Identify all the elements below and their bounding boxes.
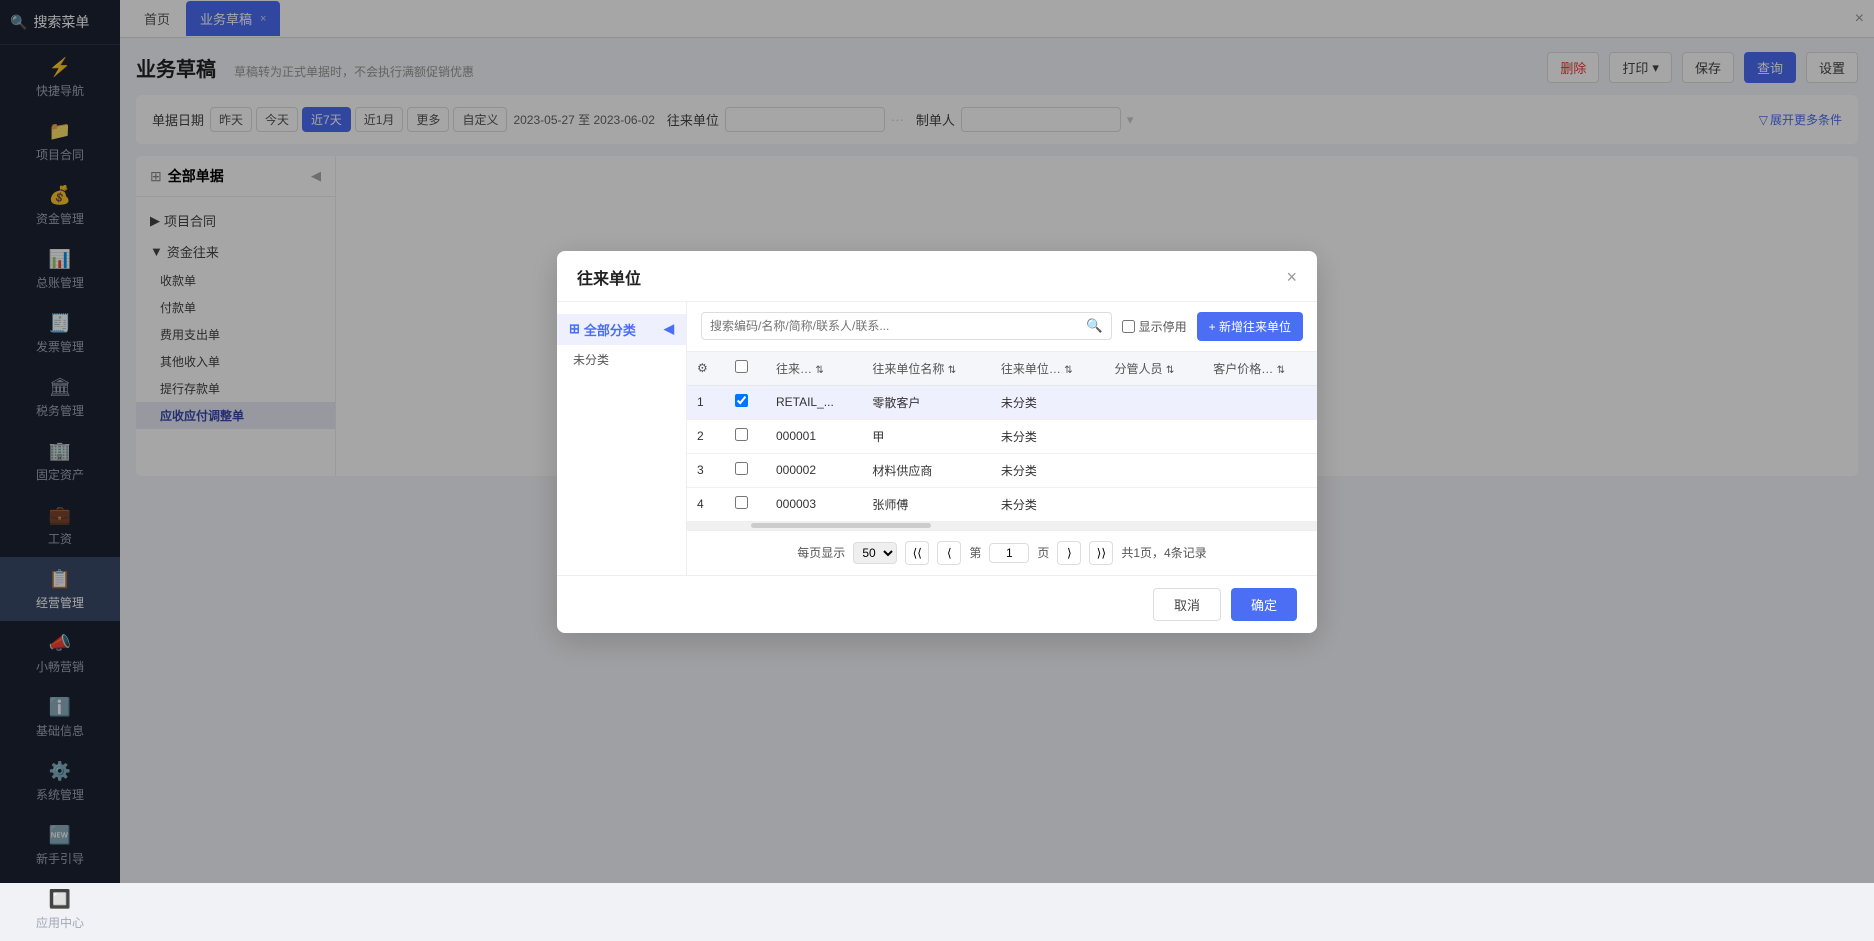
- per-page-select[interactable]: 50: [853, 542, 897, 564]
- prev-page-button[interactable]: ⟨: [937, 541, 961, 565]
- row-checkbox-1[interactable]: [735, 394, 748, 407]
- row-price-2: [1203, 419, 1317, 453]
- search-box: 🔍: [701, 312, 1112, 340]
- row-salesperson-1: [1105, 385, 1204, 419]
- search-button[interactable]: 🔍: [1078, 313, 1111, 339]
- row-salesperson-2: [1105, 419, 1204, 453]
- modal-footer: 取消 确定: [557, 575, 1317, 633]
- table-row[interactable]: 2 000001 甲 未分类: [687, 419, 1317, 453]
- category-panel: ⊞ 全部分类 ◀ 未分类: [557, 302, 687, 575]
- cancel-button[interactable]: 取消: [1153, 588, 1221, 621]
- row-price-1: [1203, 385, 1317, 419]
- table-row[interactable]: 4 000003 张师傅 未分类: [687, 487, 1317, 521]
- category-collapse-icon[interactable]: ◀: [664, 321, 674, 337]
- table-row[interactable]: 1 RETAIL_... 零散客户 未分类: [687, 385, 1317, 419]
- pagination: 每页显示 50 ⟨⟨ ⟨ 第 页 ⟩ ⟩⟩ 共1页，4条记录: [687, 530, 1317, 575]
- data-table: ⚙ 往来… ⇅ 往来单位名称 ⇅ 往来单位… ⇅ 分管人员 ⇅ 客户价格… ⇅: [687, 352, 1317, 522]
- modal-header: 往来单位 ×: [557, 251, 1317, 302]
- row-checkbox-3[interactable]: [735, 462, 748, 475]
- row-code-4: 000003: [766, 487, 862, 521]
- sidebar-item-label: 应用中心: [36, 914, 84, 931]
- row-checkbox-2[interactable]: [735, 428, 748, 441]
- row-category-2: 未分类: [991, 419, 1105, 453]
- col-price-level[interactable]: 客户价格… ⇅: [1203, 352, 1317, 386]
- col-code[interactable]: 往来… ⇅: [766, 352, 862, 386]
- table-toolbar: 🔍 显示停用 + 新增往来单位: [687, 302, 1317, 352]
- page-label: 第: [969, 544, 981, 561]
- table-row[interactable]: 3 000002 材料供应商 未分类: [687, 453, 1317, 487]
- row-category-3: 未分类: [991, 453, 1105, 487]
- grid-icon: ⊞: [569, 321, 580, 337]
- row-name-1: 零散客户: [862, 385, 991, 419]
- app-center-icon: 🔲: [49, 889, 71, 910]
- row-salesperson-3: [1105, 453, 1204, 487]
- show-inactive-label[interactable]: 显示停用: [1122, 318, 1187, 335]
- sidebar-item-app-center[interactable]: 🔲 应用中心: [0, 877, 120, 941]
- col-salesperson[interactable]: 分管人员 ⇅: [1105, 352, 1204, 386]
- col-settings[interactable]: ⚙: [687, 352, 725, 386]
- row-price-4: [1203, 487, 1317, 521]
- row-code-3: 000002: [766, 453, 862, 487]
- row-salesperson-4: [1105, 487, 1204, 521]
- col-name[interactable]: 往来单位名称 ⇅: [862, 352, 991, 386]
- modal-overlay[interactable]: 往来单位 × ⊞ 全部分类 ◀ 未分类 🔍: [0, 0, 1874, 883]
- row-name-4: 张师傅: [862, 487, 991, 521]
- col-category[interactable]: 往来单位… ⇅: [991, 352, 1105, 386]
- row-price-3: [1203, 453, 1317, 487]
- select-all-checkbox[interactable]: [735, 360, 748, 373]
- modal-body: ⊞ 全部分类 ◀ 未分类 🔍 显示停用: [557, 302, 1317, 575]
- first-page-button[interactable]: ⟨⟨: [905, 541, 929, 565]
- category-all-button[interactable]: ⊞ 全部分类 ◀: [557, 314, 686, 345]
- add-partner-button[interactable]: + 新增往来单位: [1197, 312, 1303, 341]
- page-number-input[interactable]: [989, 543, 1029, 563]
- category-item-unclassified[interactable]: 未分类: [557, 345, 686, 374]
- last-page-button[interactable]: ⟩⟩: [1089, 541, 1113, 565]
- confirm-button[interactable]: 确定: [1231, 588, 1297, 621]
- row-checkbox-4[interactable]: [735, 496, 748, 509]
- table-scroll-bar[interactable]: [687, 522, 1317, 530]
- per-page-label: 每页显示: [797, 544, 845, 561]
- page-unit: 页: [1037, 544, 1049, 561]
- show-inactive-checkbox[interactable]: [1122, 320, 1135, 333]
- row-name-2: 甲: [862, 419, 991, 453]
- modal-title: 往来单位: [577, 265, 641, 289]
- table-panel: 🔍 显示停用 + 新增往来单位 ⚙: [687, 302, 1317, 575]
- search-input[interactable]: [702, 314, 1078, 338]
- modal-close-button[interactable]: ×: [1286, 268, 1297, 286]
- partner-modal: 往来单位 × ⊞ 全部分类 ◀ 未分类 🔍: [557, 251, 1317, 633]
- row-code-2: 000001: [766, 419, 862, 453]
- row-category-4: 未分类: [991, 487, 1105, 521]
- row-name-3: 材料供应商: [862, 453, 991, 487]
- total-text: 共1页，4条记录: [1121, 544, 1206, 561]
- row-category-1: 未分类: [991, 385, 1105, 419]
- col-checkbox: [725, 352, 766, 386]
- row-code-1: RETAIL_...: [766, 385, 862, 419]
- next-page-button[interactable]: ⟩: [1057, 541, 1081, 565]
- scroll-thumb[interactable]: [751, 523, 931, 528]
